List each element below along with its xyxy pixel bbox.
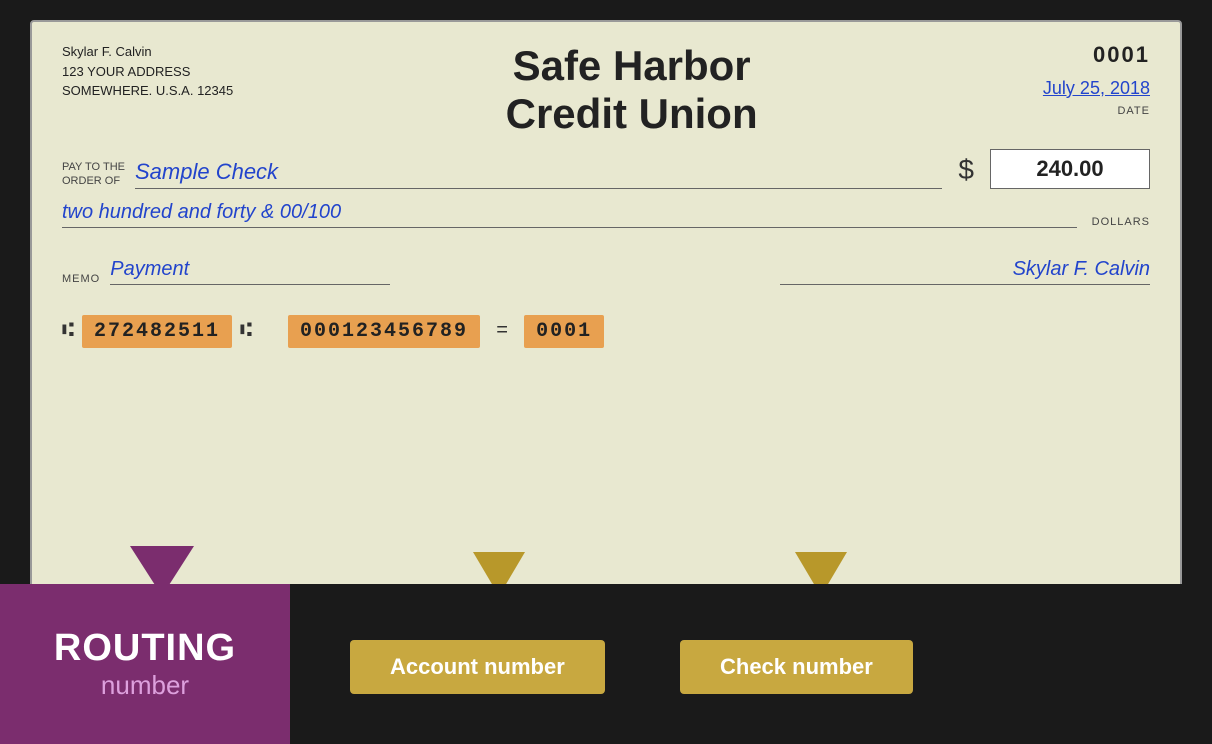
written-amount-row: two hundred and forty & 00/100 DOLLARS	[62, 201, 1150, 228]
owner-name: Skylar F. Calvin	[62, 42, 233, 62]
date-section: July 25, 2018 DATE	[1030, 78, 1150, 119]
amount-box: 240.00	[990, 149, 1150, 189]
written-amount: two hundred and forty & 00/100	[62, 201, 341, 223]
signature-line: Skylar F. Calvin	[780, 258, 1150, 285]
check-number-top: 0001	[1030, 42, 1150, 68]
date-value: July 25, 2018	[1030, 78, 1150, 99]
check-wrapper: Skylar F. Calvin 123 YOUR ADDRESS SOMEWH…	[30, 20, 1182, 604]
micr-symbol-1: ⑆	[62, 320, 74, 343]
address-line1: 123 YOUR ADDRESS	[62, 62, 233, 82]
memo-value: Payment	[110, 258, 189, 280]
account-number-micr: 000123456789	[288, 315, 480, 348]
check: Skylar F. Calvin 123 YOUR ADDRESS SOMEWH…	[30, 20, 1182, 604]
check-address: Skylar F. Calvin 123 YOUR ADDRESS SOMEWH…	[62, 42, 233, 101]
memo-line: Payment	[110, 258, 390, 285]
routing-label-bottom: number	[101, 670, 189, 701]
check-number-label: Check number	[720, 654, 873, 679]
check-number-micr: 0001	[524, 315, 604, 348]
routing-number-micr: 272482511	[82, 315, 232, 348]
routing-label-top: ROUTING	[54, 627, 236, 670]
payto-label: PAY TO THE ORDER OF	[62, 160, 125, 189]
bank-name: Safe Harbor Credit Union	[233, 42, 1030, 139]
payto-name: Sample Check	[135, 159, 278, 184]
payto-line: Sample Check	[135, 159, 942, 189]
written-line: two hundred and forty & 00/100	[62, 201, 1077, 228]
memo-label: MEMO	[62, 273, 100, 285]
bottom-bar: ROUTING number Account number Check numb…	[0, 584, 1212, 744]
dollar-sign: $	[958, 154, 974, 189]
micr-row: ⑆ 272482511 ⑆ 000123456789 = 0001	[62, 315, 1150, 348]
micr-symbol-3: =	[496, 320, 508, 343]
dollars-label: DOLLARS	[1092, 216, 1150, 228]
check-number-section: 0001 July 25, 2018 DATE	[1030, 42, 1150, 119]
check-header: Skylar F. Calvin 123 YOUR ADDRESS SOMEWH…	[62, 42, 1150, 139]
micr-symbol-2: ⑆	[240, 320, 252, 343]
signature-value: Skylar F. Calvin	[1013, 258, 1150, 280]
check-number-label-box: Check number	[680, 640, 913, 694]
memo-row: MEMO Payment Skylar F. Calvin	[62, 258, 1150, 285]
payto-row: PAY TO THE ORDER OF Sample Check $ 240.0…	[62, 149, 1150, 189]
address-line2: SOMEWHERE. U.S.A. 12345	[62, 81, 233, 101]
account-number-label-box: Account number	[350, 640, 605, 694]
routing-label: ROUTING number	[0, 584, 290, 744]
date-label: DATE	[1117, 105, 1150, 117]
account-number-label: Account number	[390, 654, 565, 679]
